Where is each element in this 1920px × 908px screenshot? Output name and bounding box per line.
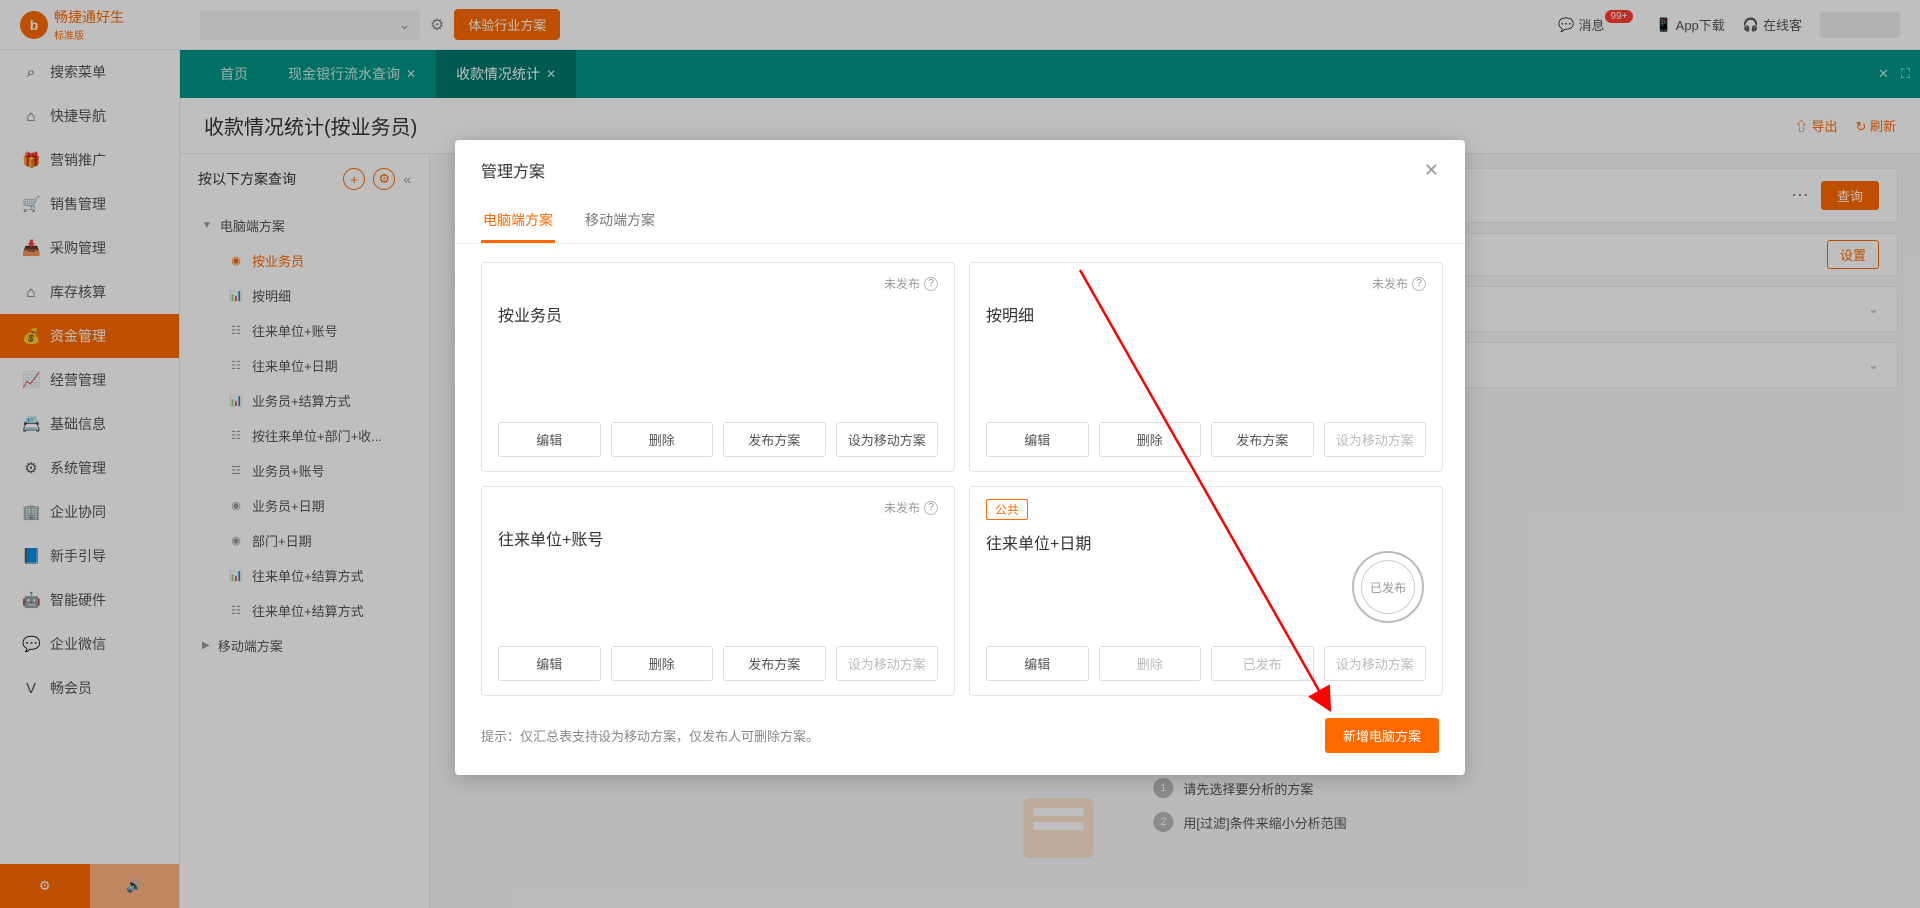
published-button: 已发布 — [1211, 646, 1314, 681]
add-pc-scheme-button[interactable]: 新增电脑方案 — [1325, 718, 1439, 753]
publish-button[interactable]: 发布方案 — [723, 422, 826, 457]
help-icon[interactable]: ? — [924, 277, 938, 291]
manage-scheme-modal: 管理方案 ✕ 电脑端方案 移动端方案 未发布?按业务员编辑删除发布方案设为移动方… — [455, 140, 1465, 775]
card-title: 按业务员 — [498, 302, 938, 326]
scheme-card: 公共已发布往来单位+日期编辑删除已发布设为移动方案 — [969, 486, 1443, 696]
modal-tab-pc[interactable]: 电脑端方案 — [481, 200, 555, 243]
delete-button[interactable]: 删除 — [611, 646, 714, 681]
publish-button[interactable]: 发布方案 — [1211, 422, 1314, 457]
card-title: 往来单位+日期 — [986, 530, 1426, 554]
published-stamp: 已发布 — [1352, 551, 1424, 623]
scheme-card: 未发布? 按明细编辑删除发布方案设为移动方案 — [969, 262, 1443, 472]
edit-button[interactable]: 编辑 — [986, 646, 1089, 681]
set-mobile-button[interactable]: 设为移动方案 — [836, 422, 939, 457]
set-mobile-button: 设为移动方案 — [1324, 422, 1427, 457]
delete-button: 删除 — [1099, 646, 1202, 681]
card-title: 按明细 — [986, 302, 1426, 326]
publish-button[interactable]: 发布方案 — [723, 646, 826, 681]
help-icon[interactable]: ? — [1412, 277, 1426, 291]
edit-button[interactable]: 编辑 — [986, 422, 1089, 457]
card-title: 往来单位+账号 — [498, 526, 938, 550]
help-icon[interactable]: ? — [924, 501, 938, 515]
scheme-card: 未发布? 往来单位+账号编辑删除发布方案设为移动方案 — [481, 486, 955, 696]
scheme-card: 未发布? 按业务员编辑删除发布方案设为移动方案 — [481, 262, 955, 472]
status-text: 未发布 — [884, 499, 920, 516]
modal-tip: 提示：仅汇总表支持设为移动方案，仅发布人可删除方案。 — [481, 726, 819, 745]
status-text: 未发布 — [1372, 275, 1408, 292]
set-mobile-button: 设为移动方案 — [1324, 646, 1427, 681]
modal-tab-mobile[interactable]: 移动端方案 — [583, 200, 657, 243]
edit-button[interactable]: 编辑 — [498, 646, 601, 681]
delete-button[interactable]: 删除 — [1099, 422, 1202, 457]
set-mobile-button: 设为移动方案 — [836, 646, 939, 681]
close-icon[interactable]: ✕ — [1424, 160, 1439, 181]
status-text: 未发布 — [884, 275, 920, 292]
modal-title: 管理方案 — [481, 158, 545, 182]
delete-button[interactable]: 删除 — [611, 422, 714, 457]
edit-button[interactable]: 编辑 — [498, 422, 601, 457]
public-tag: 公共 — [986, 499, 1028, 520]
